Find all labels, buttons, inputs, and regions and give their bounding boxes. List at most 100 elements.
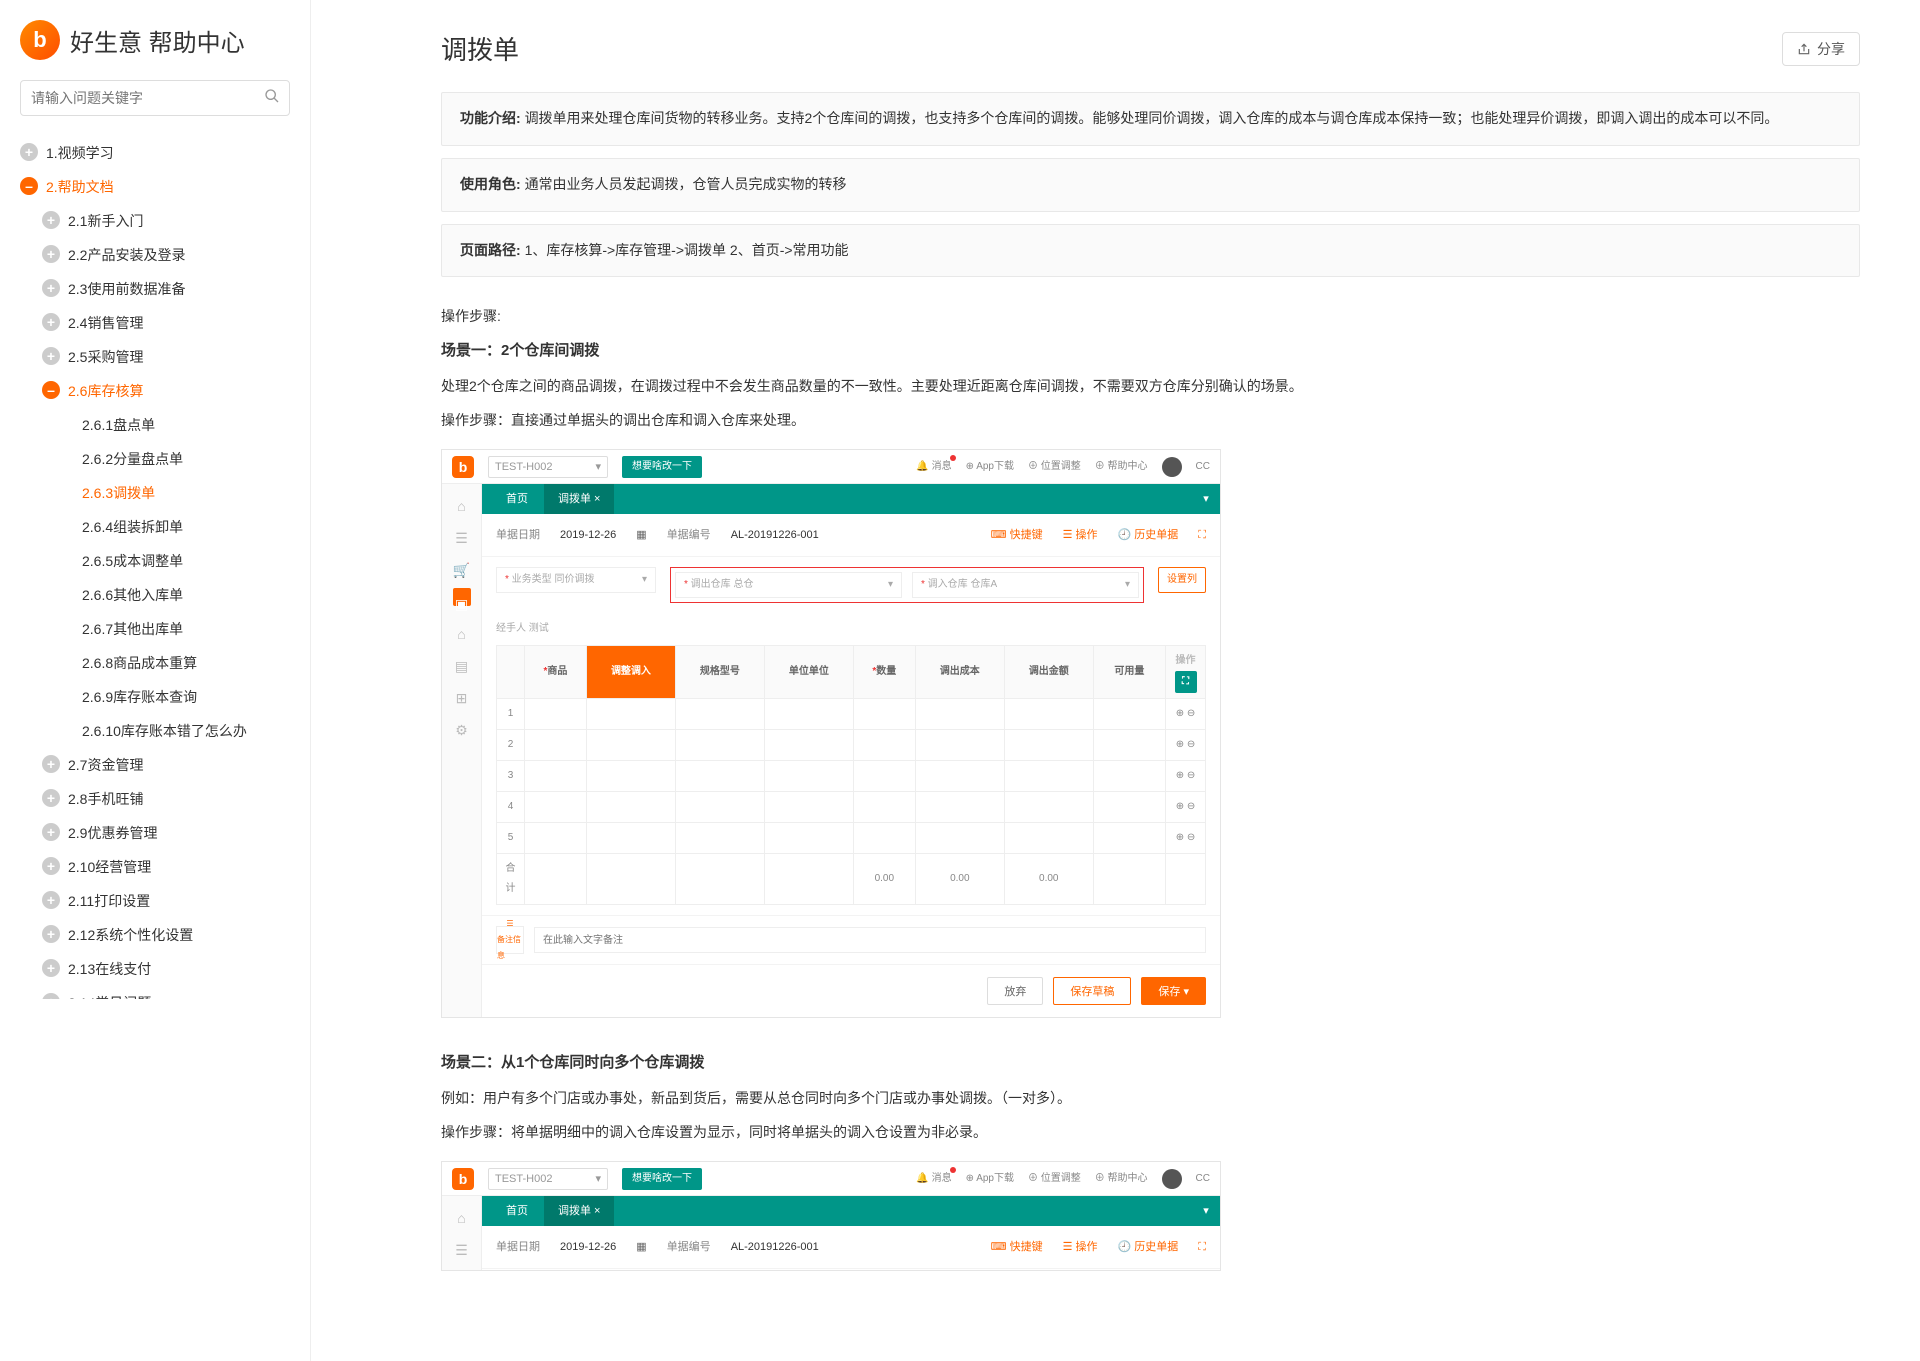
close-icon: ▾ [1192, 484, 1220, 514]
nav-item-2-2[interactable]: +2.2产品安装及登录 [20, 238, 290, 272]
nav-item-2-6-5[interactable]: 2.6.5成本调整单 [20, 544, 290, 578]
mock-filters: * 业务类型 同价调拨▾ * 调出仓库 总仓▾ * 调入仓库 仓库A▾ 设置列 [482, 557, 1220, 613]
search-input[interactable] [20, 80, 290, 116]
mock-tab-home: 首页 [492, 1196, 542, 1226]
nav-item-2-14[interactable]: +2.14常见问题 [20, 986, 290, 999]
nav-item-2-12[interactable]: +2.12系统个性化设置 [20, 918, 290, 952]
nav-item-2-4[interactable]: +2.4销售管理 [20, 306, 290, 340]
table-row: 4⊕ ⊖ [497, 792, 1206, 823]
home-icon: ⌂ [453, 1204, 471, 1222]
mock-topbar: b TEST-H002▾ 想要啥改一下 🔔 消息 ⊕ App下载 ⊕ 位置调整 … [442, 1162, 1220, 1196]
mock-store-select: TEST-H002▾ [488, 456, 608, 478]
scene2-title: 场景二：从1个仓库同时向多个仓库调拨 [441, 1048, 1860, 1078]
mock-topbar: b TEST-H002▾ 想要啥改一下 🔔 消息 ⊕ App下载 ⊕ 位置调整 … [442, 450, 1220, 484]
nav-item-2-5[interactable]: +2.5采购管理 [20, 340, 290, 374]
plus-icon: + [42, 755, 60, 773]
nav-item-2-6-8[interactable]: 2.6.8商品成本重算 [20, 646, 290, 680]
nav-item-2-10[interactable]: +2.10经营管理 [20, 850, 290, 884]
mock-msg-link: 🔔 消息 [916, 1169, 951, 1189]
mock-username: CC [1196, 457, 1210, 477]
doc-icon: ☰ [453, 524, 471, 542]
mock-avatar-icon [1162, 1169, 1182, 1189]
scene1-title: 场景一：2个仓库间调拨 [441, 336, 1860, 366]
nav-item-2-6-2[interactable]: 2.6.2分量盘点单 [20, 442, 290, 476]
nav-item-2-6-1[interactable]: 2.6.1盘点单 [20, 408, 290, 442]
mock-action-button: 想要啥改一下 [622, 1168, 702, 1190]
calendar-icon: ▦ [636, 1236, 646, 1258]
mock-side-nav: ⌂ ☰ 🛒 ▣ ⌂ ▤ ⊞ ⚙ [442, 484, 482, 1017]
page-header: 调拨单 分享 [441, 30, 1860, 67]
nav-item-2-7[interactable]: +2.7资金管理 [20, 748, 290, 782]
plus-icon: + [42, 789, 60, 807]
mock-save-button: 保存 ▾ [1141, 977, 1206, 1005]
calendar-icon: ▦ [636, 524, 646, 546]
role-box: 使用角色: 通常由业务人员发起调拨，仓管人员完成实物的转移 [441, 158, 1860, 212]
nav-item-2-9[interactable]: +2.9优惠券管理 [20, 816, 290, 850]
nav-item-2-6-3[interactable]: 2.6.3调拨单 [20, 476, 290, 510]
mock-screenshot-1: b TEST-H002▾ 想要啥改一下 🔔 消息 ⊕ App下载 ⊕ 位置调整 … [441, 449, 1221, 1018]
plus-icon: + [42, 925, 60, 943]
plus-icon: + [42, 313, 60, 331]
mock-logo-icon: b [452, 1168, 474, 1190]
brand-title: 好生意 帮助中心 [70, 23, 245, 58]
mock-doc-header: 单据日期 2019-12-26 ▦ 单据编号 AL-20191226-001 ⌨… [482, 514, 1220, 557]
mock-remark: ☰备注信息 [482, 915, 1220, 964]
table-row: 5⊕ ⊖ [497, 823, 1206, 854]
nav-item-2-6-10[interactable]: 2.6.10库存账本错了怎么办 [20, 714, 290, 748]
plus-icon: + [42, 211, 60, 229]
plus-icon: + [42, 347, 60, 365]
mock-app-link: ⊕ App下载 [966, 457, 1014, 477]
mock-avatar-icon [1162, 457, 1182, 477]
plus-icon: + [20, 143, 38, 161]
mock-screenshot-2: b TEST-H002▾ 想要啥改一下 🔔 消息 ⊕ App下载 ⊕ 位置调整 … [441, 1161, 1221, 1271]
nav-item-2-13[interactable]: +2.13在线支付 [20, 952, 290, 986]
mock-logo-icon: b [452, 456, 474, 478]
nav-item-2-6-6[interactable]: 2.6.6其他入库单 [20, 578, 290, 612]
mock-app-link: ⊕ App下载 [966, 1169, 1014, 1189]
nav-item-2-6-4[interactable]: 2.6.4组装拆卸单 [20, 510, 290, 544]
nav-item-2-1[interactable]: +2.1新手入门 [20, 204, 290, 238]
nav-item-2-8[interactable]: +2.8手机旺铺 [20, 782, 290, 816]
chevron-down-icon: ▾ [888, 575, 893, 595]
mock-tab-doc: 调拨单 × [544, 484, 614, 514]
mock-tabs: 首页 调拨单 × ▾ [482, 484, 1220, 514]
nav-item-2-11[interactable]: +2.11打印设置 [20, 884, 290, 918]
role-text: 通常由业务人员发起调拨，仓管人员完成实物的转移 [525, 176, 847, 192]
intro-box: 功能介绍: 调拨单用来处理仓库间货物的转移业务。支持2个仓库间的调拨，也支持多个… [441, 92, 1860, 146]
scene2-p2: 操作步骤：将单据明细中的调入仓库设置为显示，同时将单据头的调入仓设置为非必录。 [441, 1118, 1860, 1146]
chevron-down-icon: ▾ [595, 1168, 601, 1190]
nav-item-docs[interactable]: –2.帮助文档 [20, 170, 290, 204]
nav-item-2-6[interactable]: –2.6库存核算 [20, 374, 290, 408]
search-icon[interactable] [264, 88, 280, 109]
nav-item-2-3[interactable]: +2.3使用前数据准备 [20, 272, 290, 306]
main-content: 调拨单 分享 功能介绍: 调拨单用来处理仓库间货物的转移业务。支持2个仓库间的调… [310, 0, 1920, 1361]
nav-item-video[interactable]: +1.视频学习 [20, 136, 290, 170]
chevron-down-icon: ▾ [595, 456, 601, 478]
table-row: 2⊕ ⊖ [497, 730, 1206, 761]
box-icon: ▣ [453, 588, 471, 606]
plus-icon: + [42, 823, 60, 841]
chevron-down-icon: ▾ [642, 570, 647, 590]
sidebar: b 好生意 帮助中心 +1.视频学习 –2.帮助文档 +2.1新手入门 +2.2… [0, 0, 310, 999]
mock-action-button: 想要啥改一下 [622, 456, 702, 478]
nav-item-2-6-7[interactable]: 2.6.7其他出库单 [20, 612, 290, 646]
mock-side-nav: ⌂ ☰ [442, 1196, 482, 1271]
mock-footer: 放弃 保存草稿 保存 ▾ [482, 964, 1220, 1017]
mock-draft-button: 保存草稿 [1053, 977, 1131, 1005]
nav-item-2-6-9[interactable]: 2.6.9库存账本查询 [20, 680, 290, 714]
scene2-p1: 例如：用户有多个门店或办事处，新品到货后，需要从总仓同时向多个门店或办事处调拨。… [441, 1084, 1860, 1112]
share-icon [1797, 42, 1811, 56]
plus-icon: + [42, 891, 60, 909]
close-icon: ▾ [1192, 1196, 1220, 1226]
table-row: 3⊕ ⊖ [497, 761, 1206, 792]
share-button[interactable]: 分享 [1782, 32, 1860, 66]
chevron-down-icon: ▾ [1125, 575, 1130, 595]
nav-tree: +1.视频学习 –2.帮助文档 +2.1新手入门 +2.2产品安装及登录 +2.… [20, 136, 290, 999]
role-label: 使用角色: [460, 176, 521, 192]
path-box: 页面路径: 1、库存核算->库存管理->调拨单 2、首页->常用功能 [441, 224, 1860, 278]
mock-new-link: ⊕ 位置调整 [1028, 1169, 1081, 1189]
expand-icon: ⛶ [1175, 671, 1197, 693]
plus-icon: + [42, 959, 60, 977]
mock-setcol-button: 设置列 [1158, 567, 1206, 593]
mock-new-link: ⊕ 位置调整 [1028, 457, 1081, 477]
